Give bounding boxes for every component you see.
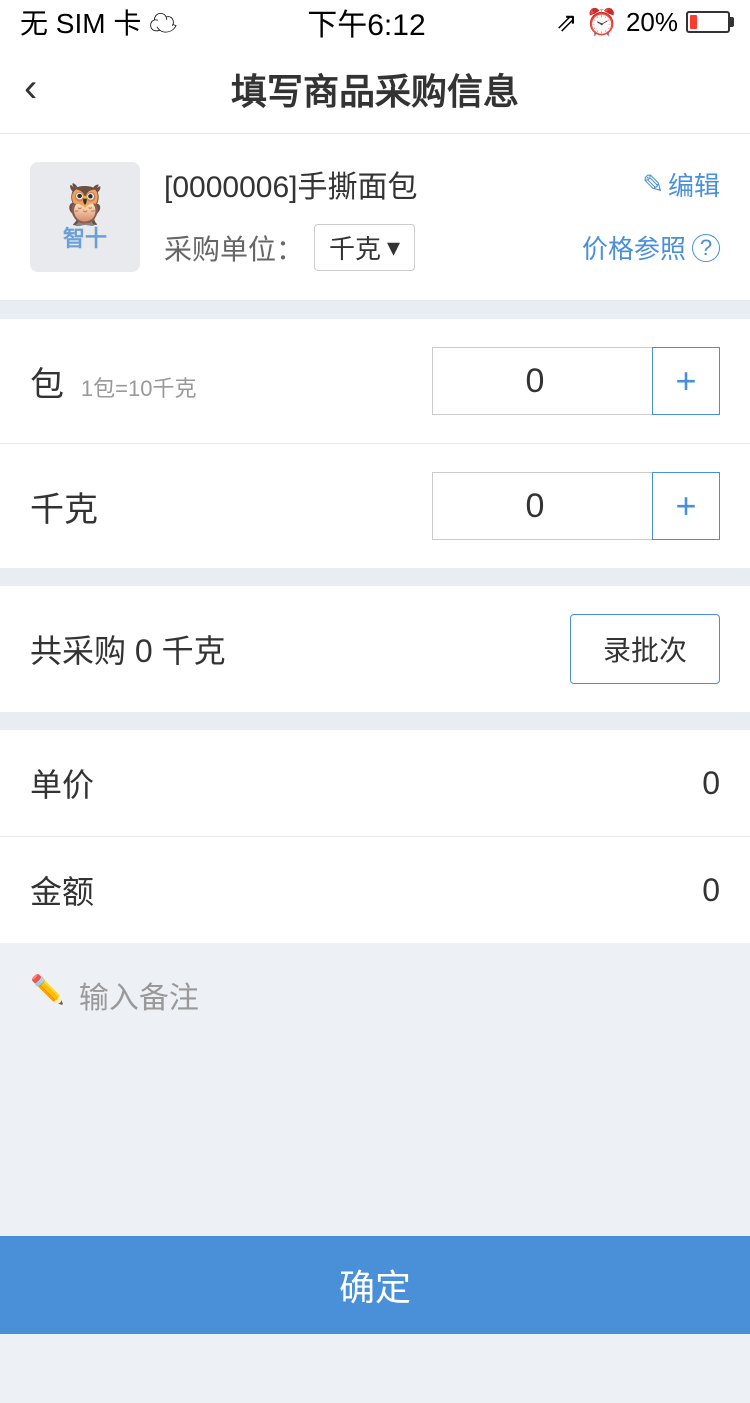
status-right: ⇗ ⏰ 20% bbox=[556, 7, 730, 38]
unit-label: 采购单位： bbox=[164, 228, 304, 268]
separator-3 bbox=[0, 712, 750, 730]
note-placeholder: 输入备注 bbox=[79, 973, 199, 1017]
dropdown-arrow-icon: ▾ bbox=[387, 232, 400, 263]
product-name-row: [0000006]手撕面包 ✎ 编辑 bbox=[164, 162, 720, 206]
amount-value: 0 bbox=[702, 872, 720, 909]
qty-input-kg[interactable] bbox=[432, 472, 652, 540]
location-icon: ⇗ bbox=[556, 7, 578, 38]
qty-control-kg: + bbox=[432, 472, 720, 540]
qty-row-bao: 包 1包=10千克 + bbox=[0, 319, 750, 444]
page-title: 填写商品采购信息 bbox=[231, 63, 519, 115]
qty-control-bao: + bbox=[432, 347, 720, 415]
status-left: 无 SIM 卡 ☁ bbox=[20, 2, 177, 42]
product-info: [0000006]手撕面包 ✎ 编辑 采购单位： 千克 ▾ 价格参照 ? bbox=[164, 162, 720, 271]
qty-label-kg: 千克 bbox=[30, 482, 98, 531]
qty-label-bao: 包 1包=10千克 bbox=[30, 357, 196, 406]
edit-button[interactable]: ✎ 编辑 bbox=[642, 166, 720, 203]
edit-label: 编辑 bbox=[668, 166, 720, 203]
back-button[interactable]: ‹ bbox=[24, 66, 37, 111]
nav-bar: ‹ 填写商品采购信息 bbox=[0, 44, 750, 134]
price-ref-label: 价格参照 bbox=[582, 229, 686, 266]
unit-dropdown[interactable]: 千克 ▾ bbox=[314, 224, 415, 271]
total-amount-value: 0 bbox=[135, 633, 153, 669]
help-icon: ? bbox=[692, 234, 720, 262]
total-unit: 千克 bbox=[162, 633, 226, 669]
alarm-icon: ⏰ bbox=[586, 7, 618, 38]
unit-row: 采购单位： 千克 ▾ 价格参照 ? bbox=[164, 224, 720, 271]
battery-icon bbox=[686, 11, 730, 33]
total-text: 共采购 0 千克 bbox=[30, 626, 226, 672]
status-bar: 无 SIM 卡 ☁ 下午6:12 ⇗ ⏰ 20% bbox=[0, 0, 750, 44]
total-row: 共采购 0 千克 录批次 bbox=[0, 586, 750, 712]
batch-button[interactable]: 录批次 bbox=[570, 614, 720, 684]
qty-row-kg: 千克 + bbox=[0, 444, 750, 568]
amount-row: 金额 0 bbox=[0, 837, 750, 943]
unit-section: 采购单位： 千克 ▾ bbox=[164, 224, 415, 271]
price-label: 单价 bbox=[30, 760, 94, 806]
edit-icon: ✎ bbox=[642, 169, 664, 200]
quantity-section: 包 1包=10千克 + 千克 + bbox=[0, 319, 750, 568]
unit-value: 千克 bbox=[329, 229, 381, 266]
separator-1 bbox=[0, 301, 750, 319]
note-section[interactable]: ✏️ 输入备注 bbox=[0, 943, 750, 1123]
pencil-icon: ✏️ bbox=[30, 973, 65, 1006]
battery-percent: 20% bbox=[626, 7, 678, 38]
qty-unit-bao: 包 bbox=[30, 366, 64, 404]
qty-input-bao[interactable] bbox=[432, 347, 652, 415]
product-thumbnail: 🦉 智十 bbox=[30, 162, 140, 272]
price-reference-button[interactable]: 价格参照 ? bbox=[582, 229, 720, 266]
qty-sub-bao: 1包=10千克 bbox=[81, 376, 197, 401]
product-full-name: [0000006]手撕面包 bbox=[164, 162, 417, 206]
total-label: 共采购 bbox=[30, 633, 126, 669]
qty-unit-kg: 千克 bbox=[30, 491, 98, 529]
info-section: 单价 0 金额 0 bbox=[0, 730, 750, 943]
price-row: 单价 0 bbox=[0, 730, 750, 837]
confirm-button[interactable]: 确定 bbox=[0, 1236, 750, 1334]
qty-plus-kg[interactable]: + bbox=[652, 472, 720, 540]
sim-label: 无 SIM 卡 ☁ bbox=[20, 2, 177, 42]
separator-2 bbox=[0, 568, 750, 586]
product-logo: 🦉 智十 bbox=[60, 183, 110, 251]
qty-plus-bao[interactable]: + bbox=[652, 347, 720, 415]
price-value: 0 bbox=[702, 765, 720, 802]
status-time: 下午6:12 bbox=[307, 0, 425, 44]
product-card: 🦉 智十 [0000006]手撕面包 ✎ 编辑 采购单位： 千克 ▾ 价格参照 … bbox=[0, 134, 750, 301]
amount-label: 金额 bbox=[30, 867, 94, 913]
